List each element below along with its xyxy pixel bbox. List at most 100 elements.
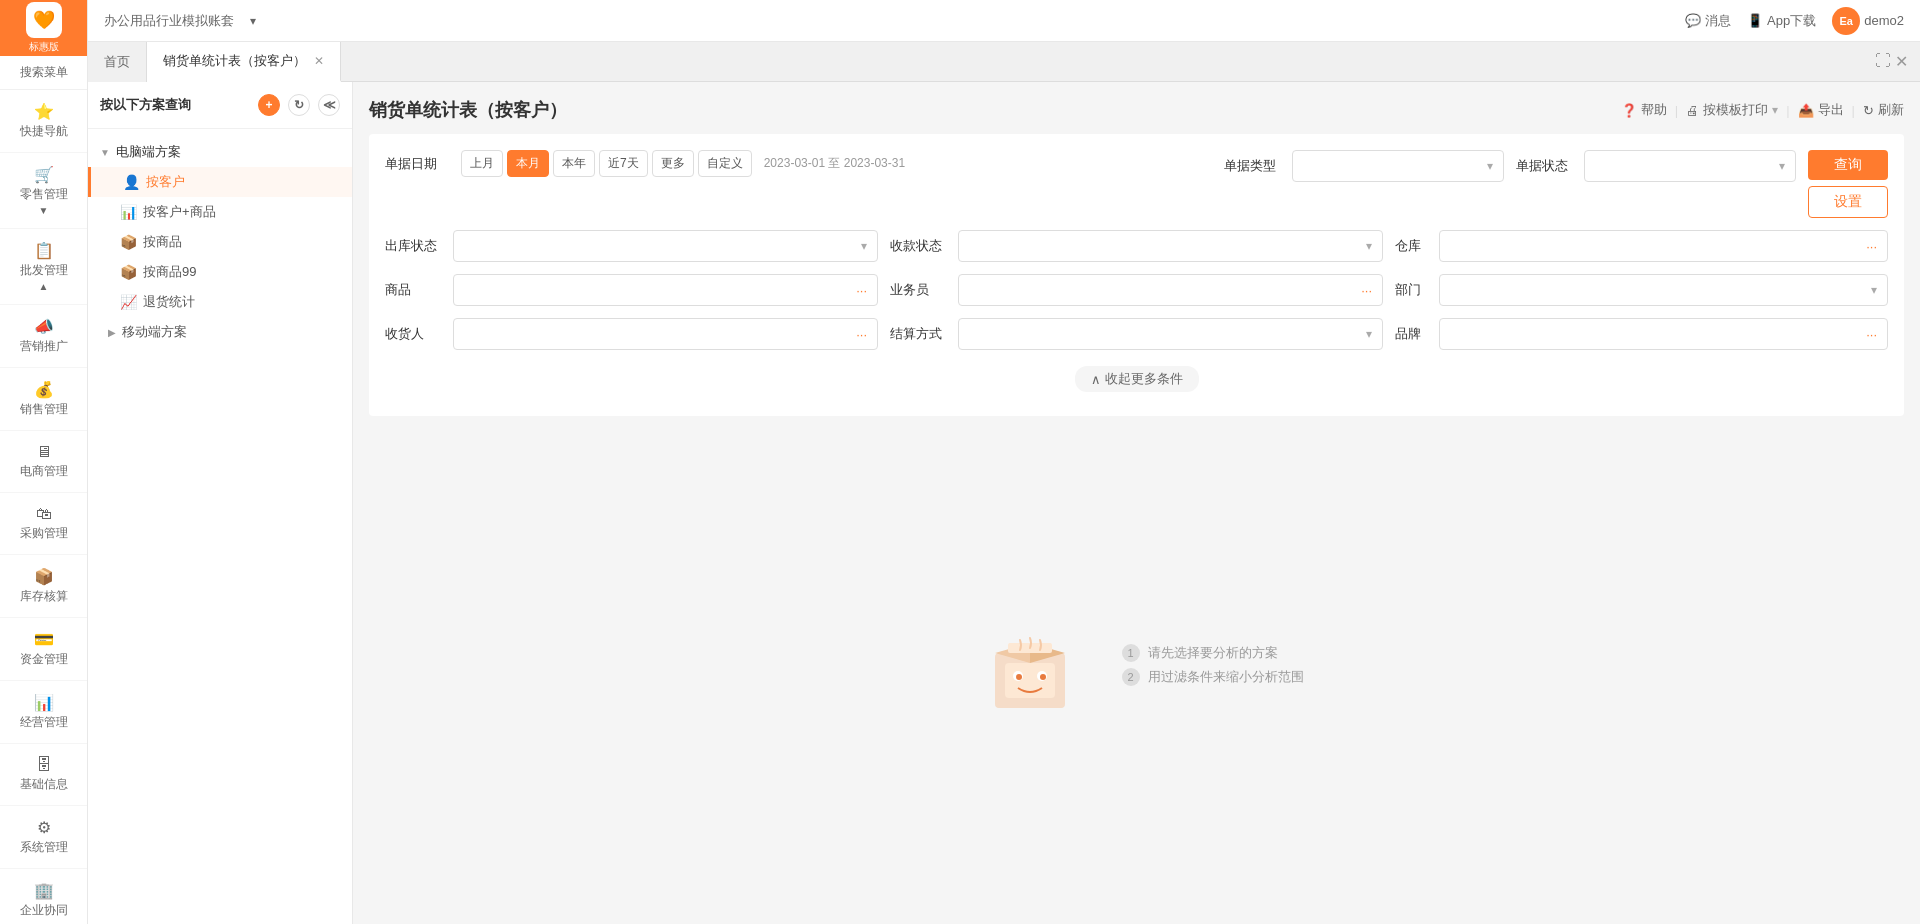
payment-label: 结算方式 — [890, 325, 950, 343]
collapse-panel-btn[interactable]: ≪ — [318, 94, 340, 116]
out-status-select[interactable]: ▾ — [453, 230, 878, 262]
by-customer-goods-icon: 📊 — [120, 204, 137, 220]
page-title-bar: 销货单统计表（按客户） ❓ 帮助 | 🖨 按模板打印 ▾ | 📤 — [369, 98, 1904, 122]
mobile-group-arrow: ▶ — [108, 327, 116, 338]
date-label: 单据日期 — [385, 155, 445, 173]
brand-dots: ··· — [1866, 327, 1877, 342]
doc-status-select[interactable]: ▾ — [1584, 150, 1796, 182]
settings-button[interactable]: 设置 — [1808, 186, 1888, 218]
tab-bar: 首页 销货单统计表（按客户） ✕ ⛶ ✕ — [88, 42, 1920, 82]
query-button[interactable]: 查询 — [1808, 150, 1888, 180]
date-btn-more[interactable]: 更多 — [652, 150, 694, 177]
sidebar-item-operation[interactable]: 📊 经营管理 — [0, 681, 87, 744]
tab-sales-stat[interactable]: 销货单统计表（按客户） ✕ — [147, 42, 341, 82]
print-icon: 🖨 — [1686, 103, 1699, 118]
by-customer-icon: 👤 — [123, 174, 140, 190]
scheme-return-stat[interactable]: 📈 退货统计 — [88, 287, 352, 317]
tab-home[interactable]: 首页 — [88, 42, 147, 82]
refresh-scheme-btn[interactable]: ↻ — [288, 94, 310, 116]
help-icon: ❓ — [1621, 103, 1637, 118]
top-header: 办公用品行业模拟账套 ▾ 💬 消息 📱 App下载 Ea demo2 — [88, 0, 1920, 42]
pc-scheme-header[interactable]: ▼ 电脑端方案 — [88, 137, 352, 167]
refresh-icon: ↻ — [1863, 103, 1874, 118]
sidebar-item-system[interactable]: ⚙ 系统管理 — [0, 806, 87, 869]
receipt-status-chevron: ▾ — [1366, 239, 1372, 253]
payment-select[interactable]: ▾ — [958, 318, 1383, 350]
page-actions: ❓ 帮助 | 🖨 按模板打印 ▾ | 📤 导出 | — [1621, 101, 1904, 119]
salesperson-dots: ··· — [1361, 283, 1372, 298]
pc-scheme-group: ▼ 电脑端方案 👤 按客户 📊 按客户+商品 📦 按商品 — [88, 137, 352, 317]
doc-type-label: 单据类型 — [1224, 157, 1284, 175]
scheme-tree: ▼ 电脑端方案 👤 按客户 📊 按客户+商品 📦 按商品 — [88, 129, 352, 924]
logo-icon: 🧡 — [26, 2, 62, 38]
scheme-by-goods[interactable]: 📦 按商品 — [88, 227, 352, 257]
refresh-btn[interactable]: ↻ 刷新 — [1863, 101, 1904, 119]
action-buttons: 查询 设置 — [1808, 150, 1888, 218]
tab-expand-btn[interactable]: ⛶ ✕ — [1863, 52, 1920, 71]
right-panel: 销货单统计表（按客户） ❓ 帮助 | 🖨 按模板打印 ▾ | 📤 — [353, 82, 1920, 924]
sidebar-item-basic[interactable]: 🗄 基础信息 — [0, 744, 87, 806]
pc-group-arrow: ▼ — [100, 147, 110, 158]
brand-input[interactable]: ··· — [1439, 318, 1888, 350]
sidebar-item-sales[interactable]: 💰 销售管理 — [0, 368, 87, 431]
template-print-btn[interactable]: 🖨 按模板打印 ▾ — [1686, 101, 1778, 119]
collapse-more-btn[interactable]: ∧ 收起更多条件 — [1075, 366, 1199, 392]
app-download-btn[interactable]: 📱 App下载 — [1747, 12, 1816, 30]
date-range-display: 2023-03-01 至 2023-03-31 — [764, 155, 905, 172]
industry-dropdown[interactable]: ▾ — [250, 14, 256, 28]
empty-state: 1 请先选择要分析的方案 2 用过滤条件来缩小分析范围 — [369, 428, 1904, 908]
tab-close-btn[interactable]: ✕ — [314, 54, 324, 68]
left-panel-actions: + ↻ ≪ — [258, 94, 340, 116]
date-btn-last-7days[interactable]: 近7天 — [599, 150, 648, 177]
sidebar-item-finance[interactable]: 💳 资金管理 — [0, 618, 87, 681]
receipt-status-label: 收款状态 — [890, 237, 950, 255]
scheme-by-customer[interactable]: 👤 按客户 — [88, 167, 352, 197]
payment-chevron: ▾ — [1366, 327, 1372, 341]
salesperson-input[interactable]: ··· — [958, 274, 1383, 306]
goods-dots: ··· — [856, 283, 867, 298]
scheme-by-customer-goods[interactable]: 📊 按客户+商品 — [88, 197, 352, 227]
export-btn[interactable]: 📤 导出 — [1798, 101, 1844, 119]
scheme-by-goods-99[interactable]: 📦 按商品99 — [88, 257, 352, 287]
avatar: Ea — [1832, 7, 1860, 35]
date-button-group: 上月 本月 本年 近7天 更多 自定义 2023-03-01 至 2023-03… — [461, 150, 905, 177]
sidebar-item-purchase[interactable]: 🛍 采购管理 — [0, 493, 87, 555]
header-right: 💬 消息 📱 App下载 Ea demo2 — [1685, 7, 1904, 35]
left-panel: 按以下方案查询 + ↻ ≪ ▼ 电脑端方案 👤 按客户 — [88, 82, 353, 924]
goods-input[interactable]: ··· — [453, 274, 878, 306]
date-btn-custom[interactable]: 自定义 — [698, 150, 752, 177]
main-area: 办公用品行业模拟账套 ▾ 💬 消息 📱 App下载 Ea demo2 首页 — [88, 0, 1920, 924]
date-btn-last-month[interactable]: 上月 — [461, 150, 503, 177]
mobile-scheme-header[interactable]: ▶ 移动端方案 — [88, 317, 352, 347]
sidebar-item-shortcut[interactable]: ⭐ 快捷导航 — [0, 90, 87, 153]
sidebar-item-retail[interactable]: 🛒 零售管理 ▼ — [0, 153, 87, 229]
left-panel-header: 按以下方案查询 + ↻ ≪ — [88, 82, 352, 129]
sidebar-search[interactable]: 搜索菜单 — [0, 56, 87, 90]
doc-type-select[interactable]: ▾ — [1292, 150, 1504, 182]
add-scheme-btn[interactable]: + — [258, 94, 280, 116]
department-chevron: ▾ — [1871, 283, 1877, 297]
warehouse-label: 仓库 — [1395, 237, 1431, 255]
receipt-status-select[interactable]: ▾ — [958, 230, 1383, 262]
brand-label: 品牌 — [1395, 325, 1431, 343]
sidebar-item-corp[interactable]: 🏢 企业协同 — [0, 869, 87, 924]
receiver-dots: ··· — [856, 327, 867, 342]
sidebar-item-inventory[interactable]: 📦 库存核算 — [0, 555, 87, 618]
user-menu[interactable]: Ea demo2 — [1832, 7, 1904, 35]
sidebar-item-wholesale[interactable]: 📋 批发管理 ▲ — [0, 229, 87, 305]
left-panel-title: 按以下方案查询 — [100, 96, 191, 114]
date-btn-this-year[interactable]: 本年 — [553, 150, 595, 177]
empty-text: 1 请先选择要分析的方案 2 用过滤条件来缩小分析范围 — [1122, 644, 1304, 692]
export-icon: 📤 — [1798, 103, 1814, 118]
svg-point-5 — [1016, 674, 1022, 680]
department-select[interactable]: ▾ — [1439, 274, 1888, 306]
collapse-arrow-icon: ∧ — [1091, 372, 1101, 387]
receiver-input[interactable]: ··· — [453, 318, 878, 350]
help-btn[interactable]: ❓ 帮助 — [1621, 101, 1667, 119]
date-btn-this-month[interactable]: 本月 — [507, 150, 549, 177]
page-title: 销货单统计表（按客户） — [369, 98, 567, 122]
sidebar-item-ecommerce[interactable]: 🖥 电商管理 — [0, 431, 87, 493]
warehouse-input[interactable]: ··· — [1439, 230, 1888, 262]
messages-btn[interactable]: 💬 消息 — [1685, 12, 1731, 30]
sidebar-item-marketing[interactable]: 📣 营销推广 — [0, 305, 87, 368]
